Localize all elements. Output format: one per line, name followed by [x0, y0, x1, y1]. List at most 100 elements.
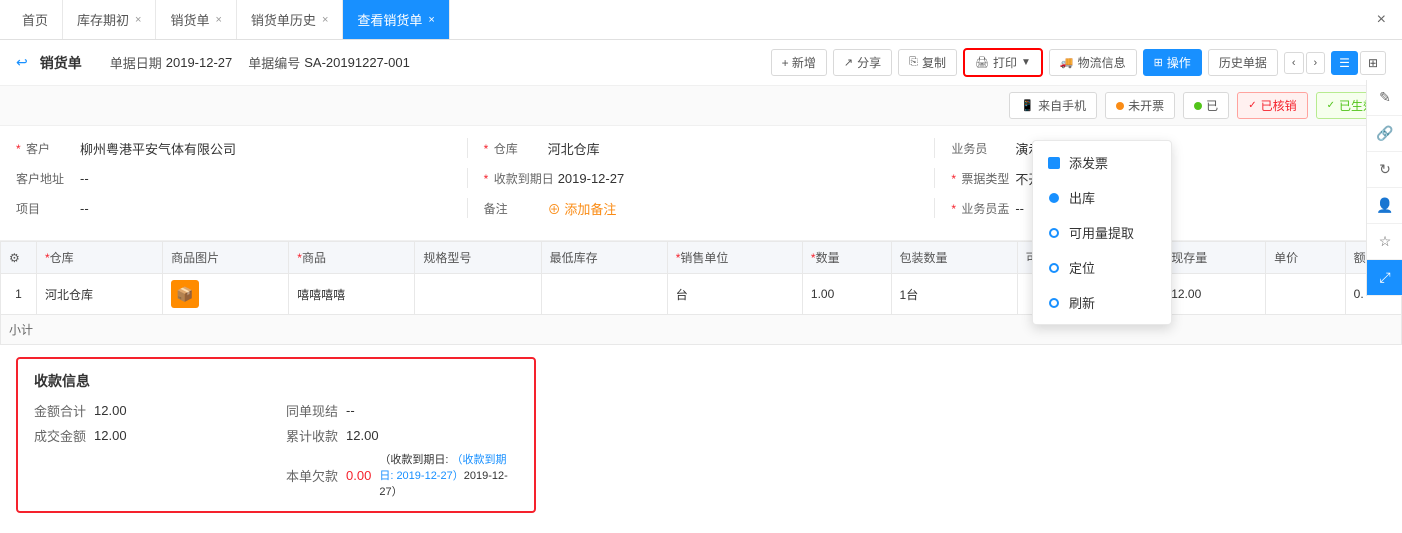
row-pack-qty: 1台 — [891, 274, 1017, 315]
doc-icon: ↩ — [16, 54, 28, 71]
logistics-button[interactable]: 🚚 物流信息 — [1049, 49, 1137, 76]
row-quantity: 1.00 — [802, 274, 891, 315]
customer-field: * 客户 柳州粤港平安气体有限公司 — [16, 139, 451, 158]
close-sales-tab[interactable]: × — [215, 14, 221, 26]
payment-title: 收款信息 — [34, 371, 518, 391]
global-close-button[interactable]: × — [1369, 11, 1394, 29]
staff2-label: * 业务员盂 — [951, 200, 1011, 217]
current-due-value: 0.00 — [346, 468, 371, 483]
project-value: -- — [80, 201, 89, 216]
row-warehouse: 河北仓库 — [37, 274, 163, 315]
th-product: *商品 — [289, 242, 415, 274]
th-settings[interactable]: ⚙ — [1, 242, 37, 274]
project-field: 项目 -- — [16, 200, 451, 217]
dropdown-add-invoice[interactable]: 添发票 — [1033, 145, 1171, 180]
tab-sales-history[interactable]: 销货单历史 × — [237, 0, 343, 39]
share-button[interactable]: ↗ 分享 — [833, 49, 892, 76]
unopened-dot — [1116, 102, 1124, 110]
remark-label: 备注 — [484, 200, 544, 217]
doc-date-value: 2019-12-27 — [166, 55, 233, 70]
bill-type-label: * 票据类型 — [951, 170, 1011, 187]
grid-view-button[interactable]: ⊞ — [1360, 51, 1386, 75]
divider-6 — [934, 198, 935, 218]
tab-sales-order[interactable]: 销货单 × — [156, 0, 236, 39]
tab-inventory-start[interactable]: 库存期初 × — [63, 0, 156, 39]
row-image: 📦 — [163, 274, 289, 315]
payment-section: 收款信息 金额合计 12.00 同单现结 -- 成交金额 12.00 累计收款 … — [16, 357, 536, 513]
remark-field: 备注 ⊕ 添加备注 — [484, 199, 919, 218]
close-history-tab[interactable]: × — [322, 14, 328, 26]
dropdown-locate[interactable]: 定位 — [1033, 250, 1171, 285]
cumulative-row: 累计收款 12.00 — [286, 426, 518, 445]
history-button[interactable]: 历史单据 — [1208, 49, 1278, 76]
form-row-3: 项目 -- 备注 ⊕ 添加备注 * 业务员盂 -- — [16, 198, 1386, 218]
close-inventory-tab[interactable]: × — [135, 14, 141, 26]
doc-date-label: 单据日期 2019-12-27 — [110, 53, 233, 72]
form-row-1: * 客户 柳州粤港平安气体有限公司 * 仓库 河北仓库 业务员 演示账号 — [16, 138, 1386, 158]
th-spec: 规格型号 — [415, 242, 541, 274]
add-remark-button[interactable]: ⊕ 添加备注 — [548, 199, 617, 218]
transaction-value: 12.00 — [94, 428, 127, 443]
th-min-stock: 最低库存 — [541, 242, 667, 274]
subtotal-label: 小计 — [1, 315, 1402, 345]
form-row-2: 客户地址 -- * 收款到期日 2019-12-27 * 票据类型 不开票 — [16, 168, 1386, 188]
refresh-icon — [1047, 296, 1061, 310]
close-view-tab[interactable]: × — [428, 14, 434, 26]
doc-number-value: SA-20191227-001 — [304, 55, 410, 70]
edit-icon-button[interactable]: ✎ — [1367, 80, 1402, 116]
subtotal-row: 小计 — [1, 315, 1402, 345]
tab-home[interactable]: 首页 — [8, 0, 63, 39]
product-table: ⚙ *仓库 商品图片 *商品 规格型号 最低库存 *销售单位 *数量 包装数量 … — [0, 241, 1402, 345]
expand-icon-button[interactable]: ⤢ — [1367, 260, 1402, 296]
next-button[interactable]: › — [1306, 52, 1326, 74]
cumulative-value: 12.00 — [346, 428, 379, 443]
operate-button[interactable]: ⊞ 操作 — [1143, 49, 1202, 76]
dropdown-outbound[interactable]: 出库 — [1033, 180, 1171, 215]
add-invoice-icon — [1047, 156, 1061, 170]
tab-view-order[interactable]: 查看销货单 × — [343, 0, 449, 39]
row-num: 1 — [1, 274, 37, 315]
form-section: * 客户 柳州粤港平安气体有限公司 * 仓库 河北仓库 业务员 演示账号 — [0, 126, 1402, 241]
warehouse-field: * 仓库 河北仓库 — [484, 139, 919, 158]
row-product: 嘻嘻嘻嘻 — [289, 274, 415, 315]
dropdown-refresh[interactable]: 刷新 — [1033, 285, 1171, 320]
refresh-icon-button[interactable]: ↻ — [1367, 152, 1402, 188]
prev-button[interactable]: ‹ — [1284, 52, 1304, 74]
unopened-button[interactable]: 未开票 — [1105, 92, 1175, 119]
dropdown-available-qty[interactable]: 可用量提取 — [1033, 215, 1171, 250]
address-field: 客户地址 -- — [16, 170, 451, 187]
right-icons: ✎ 🔗 ↻ 👤 ☆ ⤢ — [1366, 80, 1402, 296]
payment-grid: 金额合计 12.00 同单现结 -- 成交金额 12.00 累计收款 12.00… — [34, 401, 518, 499]
star-icon-button[interactable]: ☆ — [1367, 224, 1402, 260]
table-row[interactable]: 1 河北仓库 📦 嘻嘻嘻嘻 台 1.00 1台 12.00 0. — [1, 274, 1402, 315]
document-header: ↩ 销货单 单据日期 2019-12-27 单据编号 SA-20191227-0… — [0, 40, 1402, 86]
check-dot — [1194, 102, 1202, 110]
row-spec — [415, 274, 541, 315]
list-view-button[interactable]: ☰ — [1331, 51, 1358, 75]
operate-dropdown: 添发票 出库 可用量提取 定位 刷新 — [1032, 140, 1172, 325]
address-label: 客户地址 — [16, 170, 76, 187]
new-button[interactable]: + 新增 — [771, 49, 827, 76]
doc-number-label: 单据编号 SA-20191227-001 — [248, 53, 410, 72]
same-order-value: -- — [346, 403, 355, 418]
due-note: （收款到期日: （收款到期日: 2019-12-27）2019-12-27） — [379, 451, 518, 499]
same-order-label: 同单现结 — [286, 401, 338, 420]
tab-bar: 首页 库存期初 × 销货单 × 销货单历史 × 查看销货单 × × — [0, 0, 1402, 40]
copy-button[interactable]: ⎘ 复制 — [898, 49, 957, 76]
link-icon-button[interactable]: 🔗 — [1367, 116, 1402, 152]
divider-1 — [467, 138, 468, 158]
product-image: 📦 — [171, 280, 199, 308]
project-label: 项目 — [16, 200, 76, 217]
due-date-label: * 收款到期日 — [484, 170, 554, 187]
toolbar-right: + 新增 ↗ 分享 ⎘ 复制 🖨 打印 ▼ 🚚 物流信息 ⊞ 操作 — [771, 48, 1386, 77]
print-button[interactable]: 🖨 打印 ▼ — [963, 48, 1043, 77]
check-button[interactable]: 已 — [1183, 92, 1229, 119]
view-toggle: ☰ ⊞ — [1331, 51, 1386, 75]
user-icon-button[interactable]: 👤 — [1367, 188, 1402, 224]
current-due-label: 本单欠款 — [286, 466, 338, 485]
mobile-button[interactable]: 📱 来自手机 — [1009, 92, 1097, 119]
doc-title-area: ↩ 销货单 单据日期 2019-12-27 单据编号 SA-20191227-0… — [16, 53, 410, 73]
divider-3 — [467, 168, 468, 188]
divider-2 — [934, 138, 935, 158]
th-warehouse: *仓库 — [37, 242, 163, 274]
